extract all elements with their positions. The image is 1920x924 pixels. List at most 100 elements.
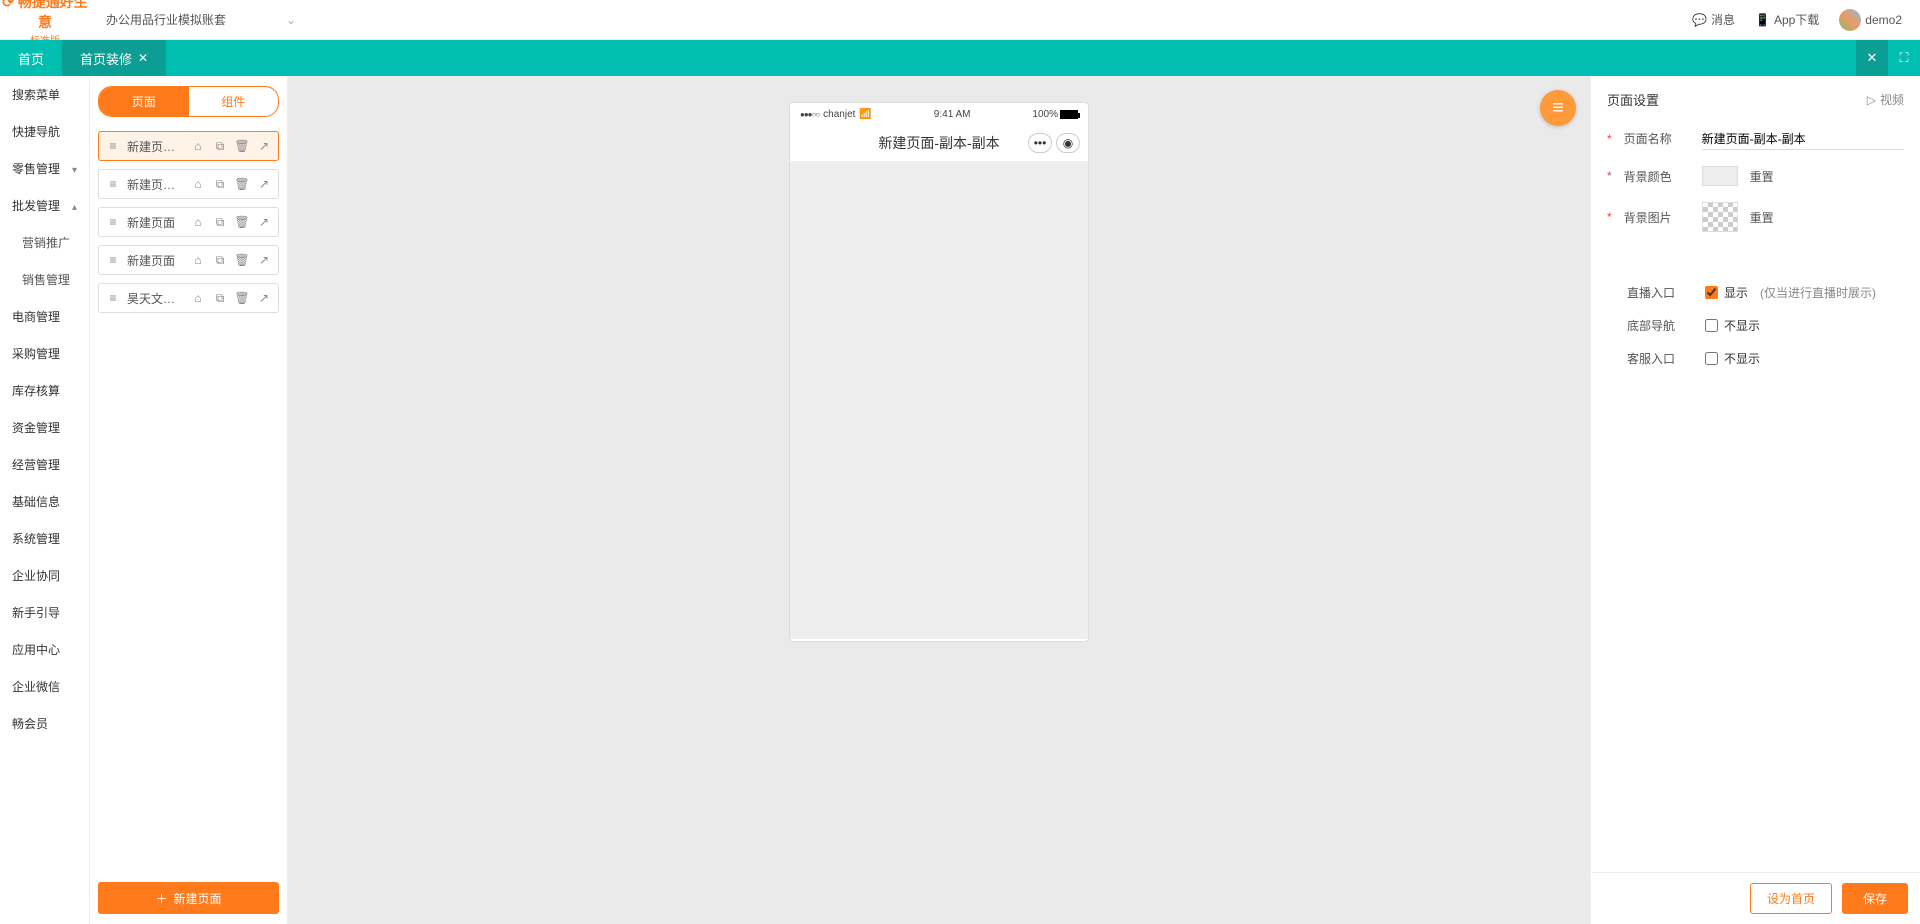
sidebar-item-label: 资金管理 — [12, 419, 60, 436]
service-entry-label: 客服入口 — [1627, 350, 1693, 367]
drag-icon[interactable]: ≡ — [105, 215, 121, 229]
user-menu[interactable]: demo2 — [1839, 9, 1902, 31]
delete-icon[interactable]: 🗑 — [234, 215, 250, 229]
battery-icon — [1060, 110, 1078, 119]
close-icon[interactable]: ✕ — [138, 51, 148, 65]
messages-label: 消息 — [1711, 11, 1735, 28]
save-button[interactable]: 保存 — [1842, 883, 1908, 914]
bg-color-swatch[interactable] — [1702, 166, 1738, 186]
sidebar-item-label: 经营管理 — [12, 456, 60, 473]
phone-body[interactable] — [790, 161, 1088, 639]
sidebar-item-9[interactable]: 资金管理 — [0, 409, 89, 446]
page-name-input[interactable] — [1702, 127, 1904, 150]
sidebar-item-label: 系统管理 — [12, 530, 60, 547]
drag-icon[interactable]: ≡ — [105, 253, 121, 267]
app-download-button[interactable]: 📱App下载 — [1755, 11, 1819, 28]
sidebar-item-6[interactable]: 电商管理 — [0, 298, 89, 335]
copy-icon[interactable]: ⧉ — [212, 177, 228, 192]
sidebar-item-11[interactable]: 基础信息 — [0, 483, 89, 520]
page-row-4[interactable]: ≡昊天文具店⌂⧉🗑↗ — [98, 283, 279, 313]
sidebar-item-label: 快捷导航 — [12, 123, 60, 140]
sidebar-item-4[interactable]: 营销推广 — [0, 224, 89, 261]
phone-menu-button[interactable]: ••• — [1028, 133, 1052, 153]
sidebar-item-3[interactable]: 批发管理 — [0, 187, 89, 224]
battery-label: 100% — [1032, 109, 1058, 120]
page-row-2[interactable]: ≡新建页面⌂⧉🗑↗ — [98, 207, 279, 237]
copy-icon[interactable]: ⧉ — [212, 291, 228, 306]
home-icon[interactable]: ⌂ — [190, 215, 206, 229]
messages-button[interactable]: 💬消息 — [1692, 11, 1735, 28]
panel-title: 页面设置 — [1607, 90, 1659, 109]
sidebar-item-16[interactable]: 企业微信 — [0, 668, 89, 705]
tab-close-all-button[interactable]: ✕ — [1856, 40, 1888, 76]
sidebar-item-1[interactable]: 快捷导航 — [0, 113, 89, 150]
phone-preview: chanjet 9:41 AM 100% 新建页面-副本-副本 ••• ◉ — [789, 102, 1089, 642]
sidebar-item-15[interactable]: 应用中心 — [0, 631, 89, 668]
page-row-1[interactable]: ≡新建页面-副本⌂⧉🗑↗ — [98, 169, 279, 199]
sidebar-item-label: 企业协同 — [12, 567, 60, 584]
home-icon[interactable]: ⌂ — [190, 177, 206, 191]
bg-image-swatch[interactable] — [1702, 202, 1738, 232]
sidebar-item-14[interactable]: 新手引导 — [0, 594, 89, 631]
page-list: ≡新建页面-副本...⌂⧉🗑↗≡新建页面-副本⌂⧉🗑↗≡新建页面⌂⧉🗑↗≡新建页… — [98, 131, 279, 313]
video-help-button[interactable]: ▷ 视频 — [1867, 91, 1904, 108]
copy-icon[interactable]: ⧉ — [212, 215, 228, 230]
seg-page[interactable]: 页面 — [99, 87, 189, 116]
page-row-name: 新建页面-副本... — [127, 138, 184, 155]
share-icon[interactable]: ↗ — [256, 253, 272, 267]
sidebar-item-7[interactable]: 采购管理 — [0, 335, 89, 372]
sidebar-item-5[interactable]: 销售管理 — [0, 261, 89, 298]
required-icon: * — [1607, 210, 1612, 224]
required-icon: * — [1607, 132, 1612, 146]
share-icon[interactable]: ↗ — [256, 291, 272, 305]
bg-color-reset[interactable]: 重置 — [1750, 168, 1774, 185]
fab-menu-button[interactable]: ≡ — [1540, 90, 1576, 126]
carrier-label: chanjet — [823, 109, 855, 120]
drag-icon[interactable]: ≡ — [105, 291, 121, 305]
page-row-3[interactable]: ≡新建页面⌂⧉🗑↗ — [98, 245, 279, 275]
set-home-button[interactable]: 设为首页 — [1750, 883, 1832, 914]
copy-icon[interactable]: ⧉ — [212, 139, 228, 154]
left-panel: 页面 组件 ≡新建页面-副本...⌂⧉🗑↗≡新建页面-副本⌂⧉🗑↗≡新建页面⌂⧉… — [90, 76, 288, 924]
new-page-label: 新建页面 — [174, 890, 222, 907]
sidebar-item-label: 应用中心 — [12, 641, 60, 658]
delete-icon[interactable]: 🗑 — [234, 177, 250, 191]
new-page-button[interactable]: ＋ 新建页面 — [98, 882, 279, 914]
fullscreen-button[interactable]: ⛶ — [1888, 40, 1920, 76]
tab-home[interactable]: 首页 — [0, 40, 62, 76]
sidebar-item-13[interactable]: 企业协同 — [0, 557, 89, 594]
sidebar-item-12[interactable]: 系统管理 — [0, 520, 89, 557]
drag-icon[interactable]: ≡ — [105, 139, 121, 153]
sidebar-item-label: 新手引导 — [12, 604, 60, 621]
page-row-0[interactable]: ≡ 新建页面-副本... ⌂ ⧉ 🗑 ↗ — [98, 131, 279, 161]
delete-icon[interactable]: 🗑 — [234, 253, 250, 267]
sidebar-item-0[interactable]: 搜索菜单 — [0, 76, 89, 113]
account-name: 办公用品行业模拟账套 — [106, 11, 226, 28]
drag-icon[interactable]: ≡ — [105, 177, 121, 191]
home-icon[interactable]: ⌂ — [190, 139, 206, 153]
sidebar-item-2[interactable]: 零售管理 — [0, 150, 89, 187]
home-icon[interactable]: ⌂ — [190, 291, 206, 305]
phone-icon: 📱 — [1755, 13, 1770, 27]
live-checkbox[interactable] — [1705, 286, 1718, 299]
home-icon[interactable]: ⌂ — [190, 253, 206, 267]
user-name: demo2 — [1865, 13, 1902, 27]
tab-page-decor[interactable]: 首页装修 ✕ — [62, 40, 166, 76]
sidebar-item-10[interactable]: 经营管理 — [0, 446, 89, 483]
account-selector[interactable]: 办公用品行业模拟账套 ⌄ — [106, 11, 296, 28]
bg-image-reset[interactable]: 重置 — [1750, 209, 1774, 226]
sidebar-item-label: 企业微信 — [12, 678, 60, 695]
delete-icon[interactable]: 🗑 — [234, 139, 250, 153]
share-icon[interactable]: ↗ — [256, 215, 272, 229]
bottom-nav-checkbox[interactable] — [1705, 319, 1718, 332]
share-icon[interactable]: ↗ — [256, 139, 272, 153]
sidebar-item-8[interactable]: 库存核算 — [0, 372, 89, 409]
top-bar: ⟳ 畅捷通好生意 标准版 办公用品行业模拟账套 ⌄ 💬消息 📱App下载 dem… — [0, 0, 1920, 40]
service-checkbox[interactable] — [1705, 352, 1718, 365]
copy-icon[interactable]: ⧉ — [212, 253, 228, 268]
delete-icon[interactable]: 🗑 — [234, 291, 250, 305]
share-icon[interactable]: ↗ — [256, 177, 272, 191]
sidebar-item-17[interactable]: 畅会员 — [0, 705, 89, 742]
seg-component[interactable]: 组件 — [189, 87, 279, 116]
phone-target-button[interactable]: ◉ — [1056, 133, 1080, 153]
